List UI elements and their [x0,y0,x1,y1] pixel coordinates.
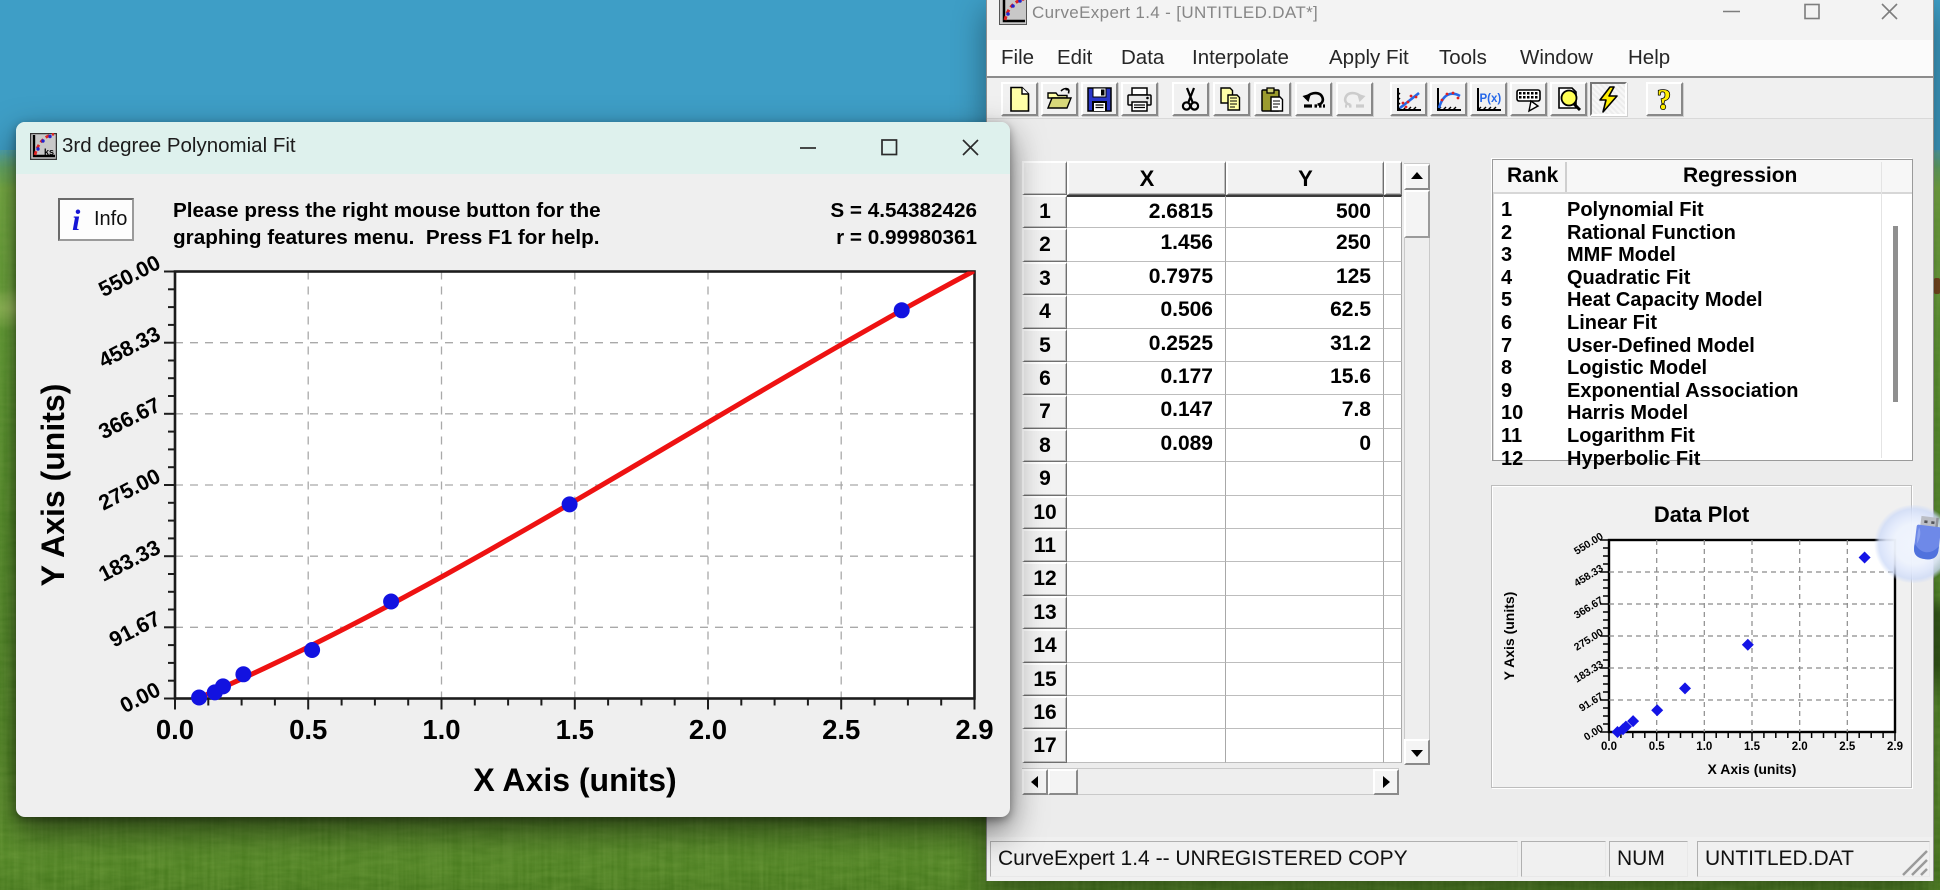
svg-text:2.0: 2.0 [1792,741,1808,753]
svg-text:458.33: 458.33 [95,322,165,373]
svg-text:X Axis (units): X Axis (units) [473,762,676,798]
svg-text:183.33: 183.33 [1572,658,1606,685]
svg-text:0.5: 0.5 [1649,741,1666,753]
svg-text:1.0: 1.0 [1696,741,1712,753]
svg-text:Y Axis (units): Y Axis (units) [1501,592,1517,681]
svg-text:550.00: 550.00 [1572,530,1606,557]
svg-text:0.0: 0.0 [156,714,194,745]
svg-text:Y Axis (units): Y Axis (units) [35,384,71,587]
svg-text:1.0: 1.0 [422,714,460,745]
svg-text:91.67: 91.67 [1577,690,1606,714]
svg-text:0.0: 0.0 [1601,741,1617,753]
svg-text:2.5: 2.5 [822,714,860,745]
svg-text:X Axis (units): X Axis (units) [1708,761,1797,777]
svg-text:2.0: 2.0 [689,714,727,745]
svg-text:458.33: 458.33 [1572,562,1606,589]
svg-text:275.00: 275.00 [95,464,165,515]
svg-text:1.5: 1.5 [1744,741,1761,753]
svg-text:183.33: 183.33 [95,535,165,586]
svg-text:366.67: 366.67 [95,393,165,444]
svg-text:2.9: 2.9 [955,714,993,745]
svg-text:1.5: 1.5 [556,714,594,745]
svg-text:0.00: 0.00 [116,678,164,718]
svg-text:275.00: 275.00 [1572,626,1606,653]
svg-text:2.5: 2.5 [1839,741,1856,753]
svg-text:P(x): P(x) [1480,93,1502,105]
svg-text:366.67: 366.67 [1572,594,1606,621]
svg-text:?: ? [1657,86,1671,113]
svg-text:550.00: 550.00 [95,251,165,302]
svg-text:2.9: 2.9 [1887,741,1903,753]
svg-text:91.67: 91.67 [105,606,164,652]
svg-text:0.5: 0.5 [289,714,327,745]
